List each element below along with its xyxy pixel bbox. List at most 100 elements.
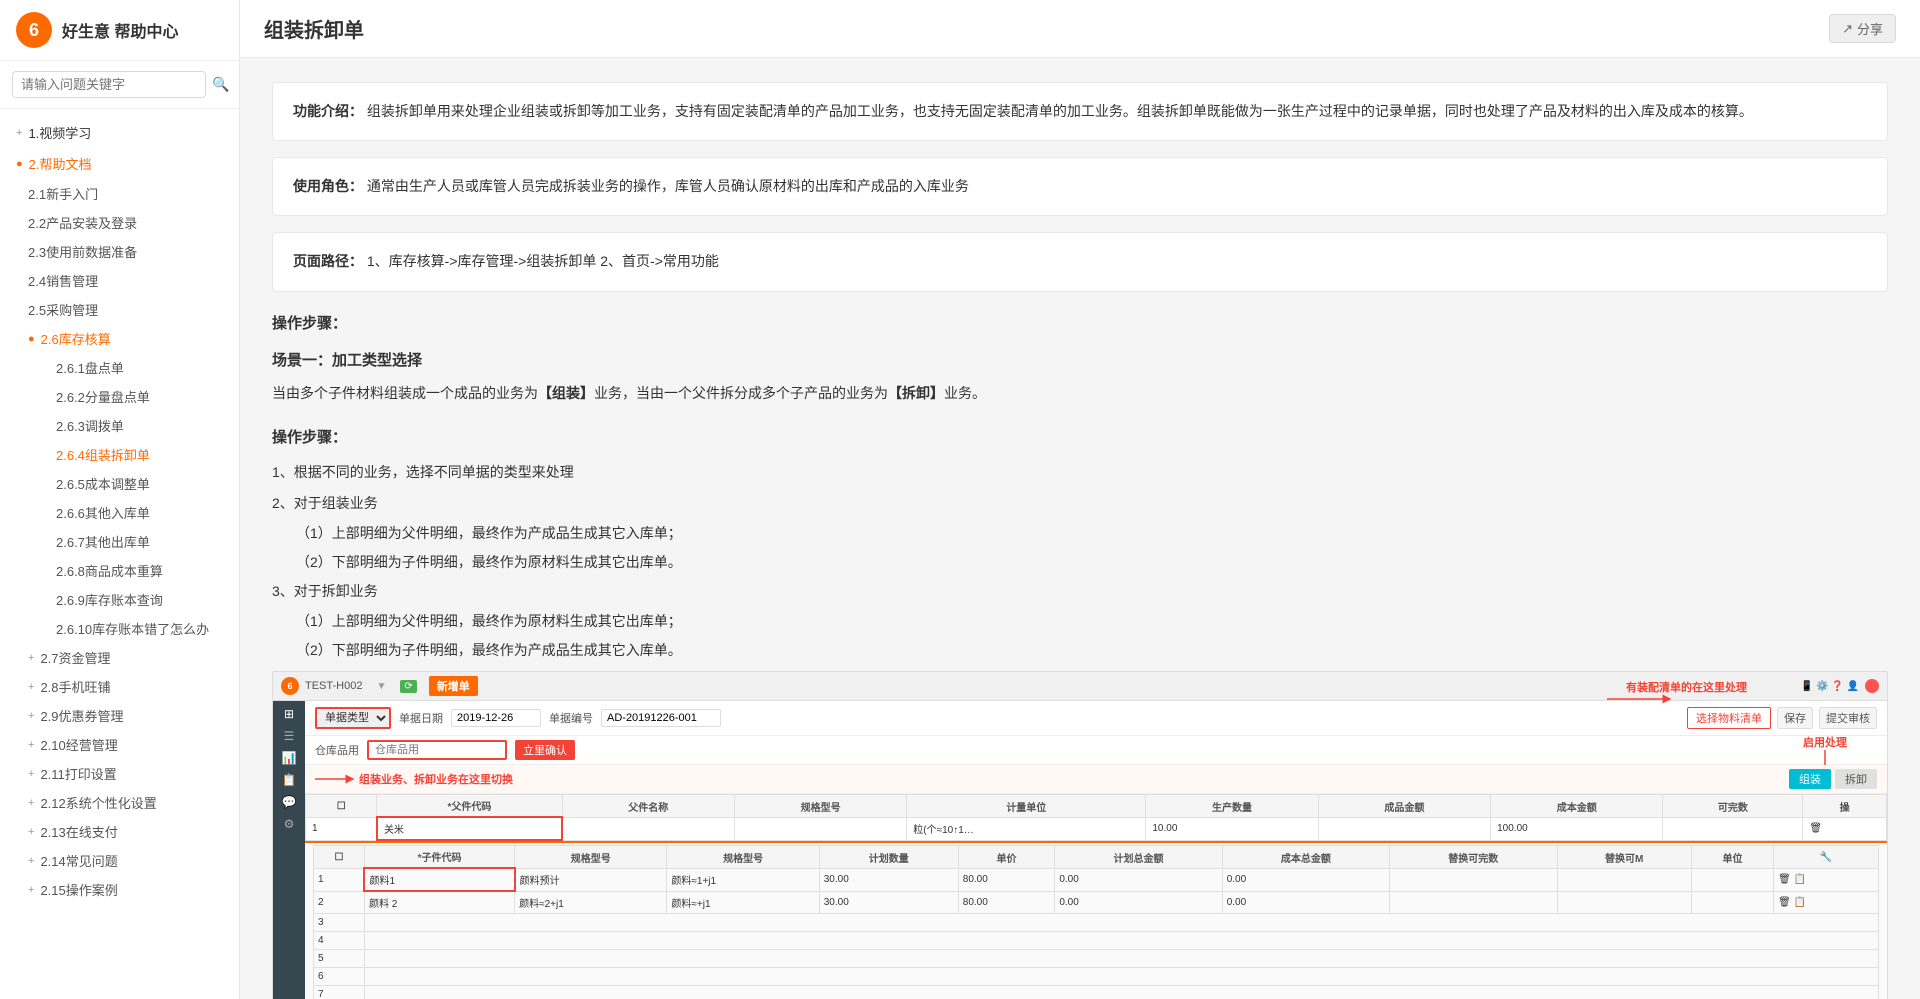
plus-icon7: +	[28, 768, 34, 780]
avail-label: 仓库品用	[315, 742, 359, 758]
plus-icon8: +	[28, 797, 34, 809]
plus-icon5: +	[28, 710, 34, 722]
sth-replace: 替换可完数	[1390, 846, 1557, 869]
nav-sub-inventory: 2.6.1盘点单 2.6.2分量盘点单 2.6.3调拨单 2.6.4组装拆卸单 …	[28, 353, 239, 643]
td-qty: 10.00	[1146, 817, 1318, 840]
sidebar-item-label: 2.8手机旺铺	[40, 677, 110, 696]
search-input[interactable]	[12, 71, 206, 98]
sidebar-item-label: 2.9优惠券管理	[40, 706, 123, 725]
sidebar-item-label: 2.6.3调拨单	[56, 416, 124, 435]
step-3-sub2: （2）下部明细为子件明细，最终作为产成品生成其它入库单。	[296, 637, 1888, 664]
minus-icon2: ●	[28, 333, 35, 345]
app-status-icons: ⟳	[400, 680, 416, 693]
sidebar-item-label: 2.6.2分量盘点单	[56, 387, 150, 406]
td-father-name	[562, 817, 734, 840]
date-label: 单据日期	[399, 710, 443, 726]
sidebar-item-cost[interactable]: 2.6.5成本调整单	[56, 469, 239, 498]
sidebar-item-operation[interactable]: + 2.10经营管理	[28, 730, 239, 759]
sidebar-item-finance[interactable]: + 2.7资金管理	[28, 643, 239, 672]
share-button[interactable]: ↗ 分享	[1829, 14, 1896, 43]
sidebar-item-sales[interactable]: 2.4销售管理	[28, 266, 239, 295]
sidebar-item-inventory[interactable]: ● 2.6库存核算	[28, 324, 239, 353]
close-icon[interactable]	[1865, 679, 1879, 693]
sidebar-item-prepare[interactable]: 2.3使用前数据准备	[28, 237, 239, 266]
sidebar-item-assembly[interactable]: 2.6.4组装拆卸单	[56, 440, 239, 469]
sidebar-item-inbound[interactable]: 2.6.6其他入库单	[56, 498, 239, 527]
sidebar-item-system[interactable]: + 2.12系统个性化设置	[28, 788, 239, 817]
std-status	[1557, 868, 1691, 891]
app-new-btn[interactable]: 新增单	[429, 676, 478, 696]
sidebar-item-query[interactable]: 2.6.9库存账本查询	[56, 585, 239, 614]
app-note-icon[interactable]: 📋	[282, 773, 297, 787]
sidebar-item-install[interactable]: 2.2产品安装及登录	[28, 208, 239, 237]
app-screenshot: 6 TEST-H002 ▼ ⟳ 新增单 📱 ⚙️ ❓ 👤	[272, 671, 1888, 999]
sidebar-item-video[interactable]: + 1.视频学习	[0, 117, 239, 148]
type-select[interactable]: 单据类型	[315, 707, 391, 729]
sidebar-item-mobile[interactable]: + 2.8手机旺铺	[28, 672, 239, 701]
warehouse-input[interactable]	[367, 740, 507, 760]
std-plan-total: 0.00	[1055, 868, 1222, 891]
sidebar-item-stocktake[interactable]: 2.6.1盘点单	[56, 353, 239, 382]
function-intro-text: 组装拆卸单用来处理企业组装或拆卸等加工业务，支持有固定装配清单的产品加工业务，也…	[367, 103, 1753, 119]
app-home-icon[interactable]: ⊞	[284, 707, 294, 721]
path-box: 页面路径： 1、库存核算->库存管理->组装拆卸单 2、首页->常用功能	[272, 232, 1888, 291]
std-ops: 🗑 📋	[1774, 868, 1879, 891]
std-ops-2: 🗑 📋	[1774, 891, 1879, 914]
std-unit-2	[1691, 891, 1773, 914]
sidebar-item-adjust[interactable]: 2.6.3调拨单	[56, 411, 239, 440]
sidebar-item-label: 2.12系统个性化设置	[40, 793, 156, 812]
save-btn[interactable]: 保存	[1777, 707, 1813, 729]
th-avail: 可完数	[1663, 795, 1803, 818]
std-empty-7	[364, 986, 1878, 999]
step-2-sub2: （2）下部明细为子件明细，最终作为原材料生成其它出库单。	[296, 549, 1888, 576]
sth-ops: 🔧	[1774, 846, 1879, 869]
upper-table: ☐ *父件代码 父件名称 规格型号 计量单位 生产数量 成品金额 成本金额 可完	[305, 794, 1887, 841]
sidebar-item-docs[interactable]: ● 2.帮助文档	[0, 148, 239, 179]
sidebar-item-newcomer[interactable]: 2.1新手入门	[28, 179, 239, 208]
std-plan-qty: 30.00	[819, 868, 958, 891]
plus-icon4: +	[28, 681, 34, 693]
sidebar-item-outbound[interactable]: 2.6.7其他出库单	[56, 527, 239, 556]
sidebar-item-purchase[interactable]: 2.5采购管理	[28, 295, 239, 324]
app-sync-icon: ⟳	[400, 680, 416, 693]
child-row-1: 1 颜料1 颜料预计 颜料≈1+j1 30.00 80.00 0.00 0.00	[314, 868, 1879, 891]
select-bom-btn[interactable]: 选择物料清单	[1687, 707, 1771, 729]
th-cost-amount: 成本金额	[1491, 795, 1663, 818]
page-title: 组装拆卸单	[264, 14, 364, 43]
app-settings-icon2[interactable]: ⚙	[284, 817, 295, 831]
th-father-name: 父件名称	[562, 795, 734, 818]
disassembly-btn[interactable]: 拆卸	[1835, 769, 1877, 789]
step-1: 1、根据不同的业务，选择不同单据的类型来处理	[272, 459, 1888, 486]
date-input[interactable]	[451, 709, 541, 727]
sidebar-item-error[interactable]: 2.6.10库存账本错了怎么办	[56, 614, 239, 643]
no-input[interactable]	[601, 709, 721, 727]
sidebar-item-coupon[interactable]: + 2.9优惠券管理	[28, 701, 239, 730]
app-icons-right: 📱 ⚙️ ❓ 👤	[1801, 681, 1859, 692]
child-row-7: 7	[314, 986, 1879, 999]
sidebar-item-label: 2.6.6其他入库单	[56, 503, 150, 522]
search-icon[interactable]: 🔍	[212, 76, 229, 93]
sidebar-item-stocktake2[interactable]: 2.6.2分量盘点单	[56, 382, 239, 411]
sidebar-item-payment[interactable]: + 2.13在线支付	[28, 817, 239, 846]
assembly-btn[interactable]: 组装	[1789, 769, 1831, 789]
submit-btn[interactable]: 提交审核	[1819, 707, 1877, 729]
sidebar-item-print[interactable]: + 2.11打印设置	[28, 759, 239, 788]
sub-table-header-row: ☐ *子件代码 规格型号 规格型号 计划数量 单价 计划总金额 成本总金额 替换	[305, 841, 1887, 999]
sidebar-item-cases[interactable]: + 2.15操作案例	[28, 875, 239, 904]
sidebar-item-label: 2.11打印设置	[40, 764, 116, 783]
sidebar-item-label: 2.6.7其他出库单	[56, 532, 150, 551]
confirm-btn[interactable]: 立里确认	[515, 740, 575, 760]
app-chart-icon[interactable]: 📊	[282, 751, 297, 765]
sidebar-item-label: 1.视频学习	[28, 123, 91, 142]
sidebar-item-faq[interactable]: + 2.14常见问题	[28, 846, 239, 875]
annotation-4-text: 启用处理	[1803, 734, 1847, 750]
app-dropdown-icon[interactable]: ▼	[376, 681, 386, 692]
logo-icon: 6	[16, 12, 52, 48]
step-2: 2、对于组装业务	[272, 490, 1888, 517]
sidebar-item-label: 2.10经营管理	[40, 735, 117, 754]
app-msg-icon[interactable]: 💬	[282, 795, 297, 809]
sidebar-item-cost2[interactable]: 2.6.8商品成本重算	[56, 556, 239, 585]
td-avail	[1663, 817, 1803, 840]
app-list-icon[interactable]: ☰	[284, 729, 295, 743]
orange-bar-row: 组装业务、拆卸业务在这里切换 组装 拆卸	[305, 765, 1887, 794]
